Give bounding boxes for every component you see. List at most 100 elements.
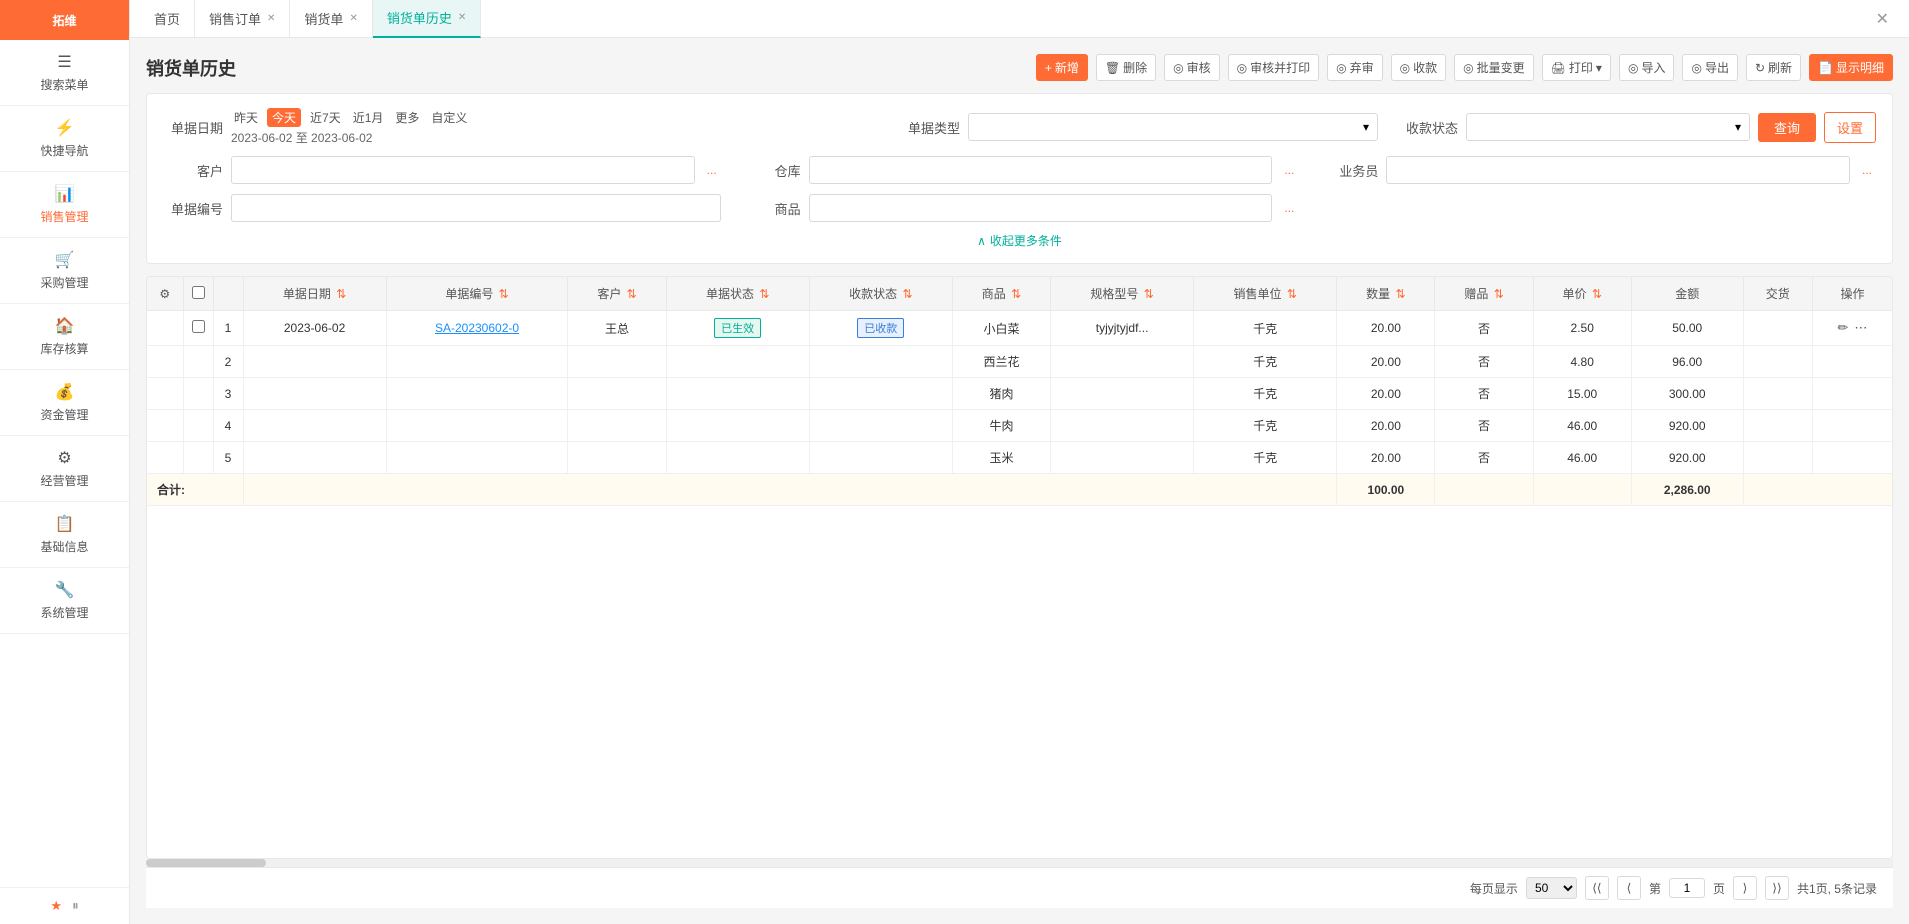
customer-input[interactable] xyxy=(231,156,695,184)
finance-icon: 💰 xyxy=(55,382,75,402)
collapse-button[interactable]: ∧ 收起更多条件 xyxy=(977,232,1062,249)
horizontal-scrollbar[interactable] xyxy=(146,859,1893,867)
goods-input[interactable] xyxy=(809,194,1273,222)
row-doc-no[interactable]: SA-20230602-0 xyxy=(386,311,568,346)
date-shortcut-more[interactable]: 更多 xyxy=(392,108,422,127)
col-spec[interactable]: 规格型号 ⇅ xyxy=(1051,277,1194,311)
date-shortcut-today[interactable]: 今天 xyxy=(267,108,301,127)
col-gift[interactable]: 赠品 ⇅ xyxy=(1435,277,1533,311)
date-shortcut-yesterday[interactable]: 昨天 xyxy=(231,108,261,127)
customer-ellipsis[interactable]: ... xyxy=(703,163,721,177)
col-qty[interactable]: 数量 ⇅ xyxy=(1337,277,1435,311)
payment-status-label: 收款状态 xyxy=(1398,118,1458,137)
col-doc-date[interactable]: 单据日期 ⇅ xyxy=(243,277,386,311)
row-pay-status xyxy=(809,410,952,442)
row-doc-date: 2023-06-02 xyxy=(243,311,386,346)
settings-button[interactable]: 设置 xyxy=(1824,112,1876,143)
audit-print-button[interactable]: ◎ 审核并打印 xyxy=(1228,54,1320,81)
content-area: 销货单历史 + 新增 🗑 删除 ◎ 审核 ◎ 审核并打印 xyxy=(130,38,1909,924)
row-doc-status: 已生效 xyxy=(666,311,809,346)
date-shortcut-7days[interactable]: 近7天 xyxy=(307,108,344,127)
row-spec xyxy=(1051,410,1194,442)
table-row: 5玉米千克20.00否46.00920.00 xyxy=(147,442,1892,474)
select-all-checkbox[interactable] xyxy=(192,286,205,299)
salesman-input[interactable] xyxy=(1386,156,1850,184)
per-page-select[interactable]: 50 100 200 xyxy=(1526,877,1577,899)
tab-sales-order-close[interactable]: ✕ xyxy=(267,13,275,24)
sidebar-star-icon[interactable]: ★ xyxy=(50,898,62,914)
col-unit[interactable]: 销售单位 ⇅ xyxy=(1194,277,1337,311)
row-qty: 20.00 xyxy=(1337,410,1435,442)
audit-button[interactable]: ◎ 审核 xyxy=(1164,54,1220,81)
delete-button[interactable]: 🗑 删除 xyxy=(1096,54,1156,81)
sidebar-item-inventory[interactable]: 🏠 库存核算 xyxy=(0,304,129,370)
page-prev-btn[interactable]: ⟨ xyxy=(1617,876,1641,900)
filter-row-2: 客户 ... 仓库 ... 业务员 ... xyxy=(163,156,1876,184)
refresh-button[interactable]: ↻ 刷新 xyxy=(1746,54,1801,81)
sort-unit-icon: ⇅ xyxy=(1287,287,1297,301)
doc-type-select[interactable]: ▾ xyxy=(968,113,1378,141)
tab-home[interactable]: 首页 xyxy=(140,0,195,38)
abandon-button[interactable]: ◎ 弃审 xyxy=(1327,54,1383,81)
goods-ellipsis[interactable]: ... xyxy=(1280,201,1298,215)
date-label: 单据日期 xyxy=(163,118,223,137)
col-goods[interactable]: 商品 ⇅ xyxy=(952,277,1050,311)
row-more-icon[interactable]: ⋯ xyxy=(1854,320,1867,336)
date-shortcut-custom[interactable]: 自定义 xyxy=(428,108,470,127)
import-button[interactable]: ◎ 导入 xyxy=(1619,54,1675,81)
scrollbar-thumb[interactable] xyxy=(146,859,266,867)
tab-sales-delivery[interactable]: 销货单 ✕ xyxy=(290,0,372,38)
row-amount: 50.00 xyxy=(1631,311,1743,346)
search-menu-icon: ☰ xyxy=(57,52,71,72)
sidebar-item-search-menu[interactable]: ☰ 搜索菜单 xyxy=(0,40,129,106)
row-spec xyxy=(1051,346,1194,378)
tab-bar-close-btn[interactable]: ✕ xyxy=(1866,9,1899,29)
col-customer[interactable]: 客户 ⇅ xyxy=(568,277,666,311)
system-mgmt-icon: 🔧 xyxy=(55,580,75,600)
sidebar-pause-icon[interactable]: ⏸ xyxy=(72,898,79,914)
doc-no-input[interactable] xyxy=(231,194,721,222)
sidebar-item-operations[interactable]: ⚙ 经营管理 xyxy=(0,436,129,502)
col-unit-price[interactable]: 单价 ⇅ xyxy=(1533,277,1631,311)
sidebar-item-system-mgmt[interactable]: 🔧 系统管理 xyxy=(0,568,129,634)
warehouse-ellipsis[interactable]: ... xyxy=(1280,163,1298,177)
warehouse-input[interactable] xyxy=(809,156,1273,184)
page-next-btn[interactable]: ⟩ xyxy=(1733,876,1757,900)
sidebar-bottom: ★ ⏸ xyxy=(0,887,129,924)
tab-sales-history[interactable]: 销货单历史 ✕ xyxy=(373,0,481,38)
col-row-num xyxy=(213,277,243,311)
payment-status-select[interactable]: ▾ xyxy=(1466,113,1750,141)
row-gear xyxy=(147,311,183,346)
print-button[interactable]: 🖨 打印 ▾ xyxy=(1542,54,1611,81)
salesman-ellipsis[interactable]: ... xyxy=(1858,163,1876,177)
new-button[interactable]: + 新增 xyxy=(1036,54,1088,81)
page-number-input[interactable] xyxy=(1669,878,1705,898)
operations-icon: ⚙ xyxy=(57,448,71,468)
tab-sales-delivery-close[interactable]: ✕ xyxy=(349,13,357,24)
doc-no-link[interactable]: SA-20230602-0 xyxy=(435,321,519,335)
page-last-btn[interactable]: ⟩⟩ xyxy=(1765,876,1789,900)
tab-sales-order[interactable]: 销售订单 ✕ xyxy=(195,0,290,38)
sidebar-item-finance[interactable]: 💰 资金管理 xyxy=(0,370,129,436)
row-checkbox[interactable] xyxy=(192,320,205,333)
row-edit-icon[interactable]: ✏ xyxy=(1838,320,1849,336)
col-gear[interactable]: ⚙ xyxy=(147,277,183,311)
table-row: 2西兰花千克20.00否4.8096.00 xyxy=(147,346,1892,378)
query-button[interactable]: 查询 xyxy=(1758,113,1816,142)
page-first-btn[interactable]: ⟨⟨ xyxy=(1585,876,1609,900)
batch-change-button[interactable]: ◎ 批量变更 xyxy=(1454,54,1534,81)
date-shortcut-1month[interactable]: 近1月 xyxy=(350,108,387,127)
sidebar-item-purchase-mgmt[interactable]: 🛒 采购管理 xyxy=(0,238,129,304)
tab-sales-history-close[interactable]: ✕ xyxy=(458,12,466,23)
sidebar-item-quick-nav[interactable]: ⚡ 快捷导航 xyxy=(0,106,129,172)
collect-button[interactable]: ◎ 收款 xyxy=(1391,54,1447,81)
col-pay-status[interactable]: 收款状态 ⇅ xyxy=(809,277,952,311)
col-doc-no[interactable]: 单据编号 ⇅ xyxy=(386,277,568,311)
sidebar-item-basic-info[interactable]: 📋 基础信息 xyxy=(0,502,129,568)
col-doc-status[interactable]: 单据状态 ⇅ xyxy=(666,277,809,311)
sidebar-item-sales-mgmt[interactable]: 📊 销售管理 xyxy=(0,172,129,238)
table-row: 3猪肉千克20.00否15.00300.00 xyxy=(147,378,1892,410)
export-button[interactable]: ◎ 导出 xyxy=(1682,54,1738,81)
pay-status-badge: 已收款 xyxy=(857,318,904,338)
show-detail-button[interactable]: 📄 显示明细 xyxy=(1809,54,1893,81)
